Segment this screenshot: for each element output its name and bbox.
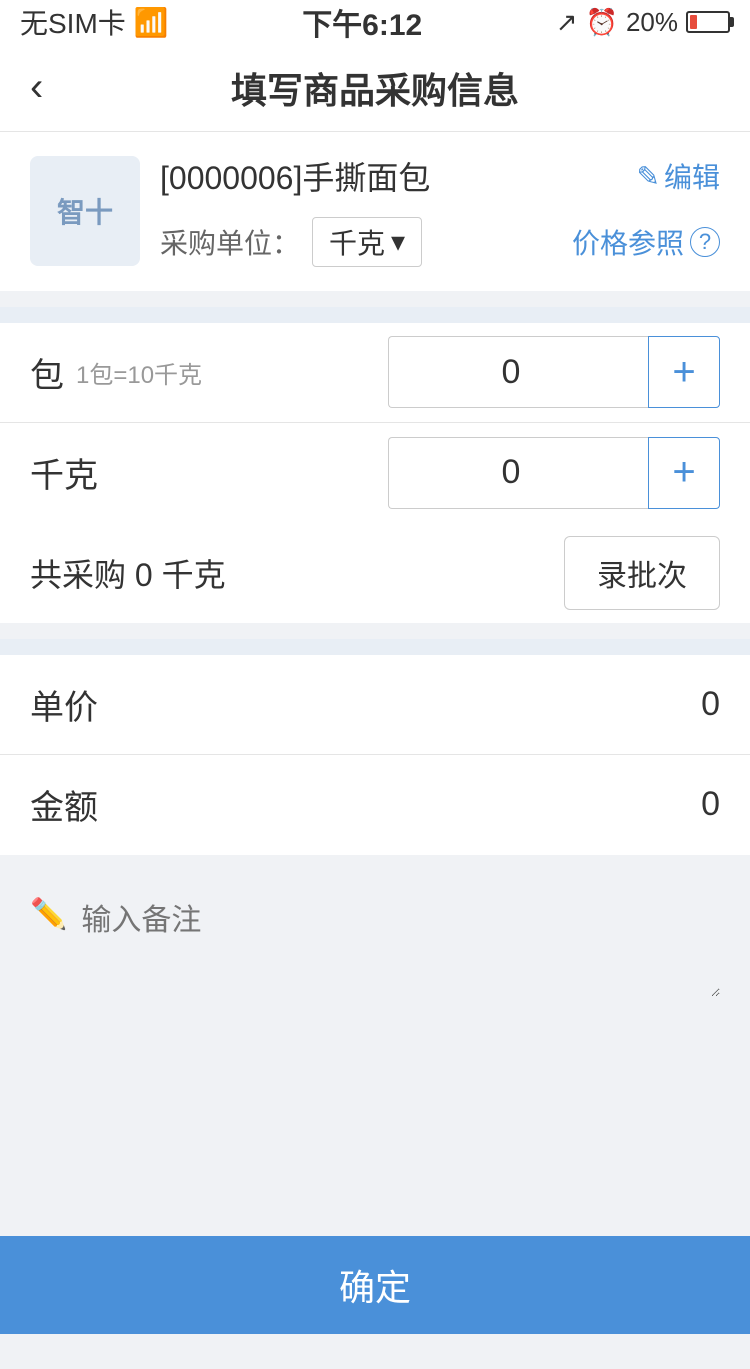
- edit-button[interactable]: ✎ 编辑: [637, 156, 720, 196]
- unit-price-value: 0: [701, 685, 720, 724]
- status-bar: 无SIM卡 📶 下午6:12 ↗ ⏰ 20%: [0, 0, 750, 44]
- input-section: 包 1包=10千克 + 千克 +: [0, 323, 750, 523]
- kg-plus-button[interactable]: +: [648, 437, 720, 509]
- status-right: ↗ ⏰ 20%: [556, 7, 730, 38]
- amount-row: 金额 0: [0, 755, 750, 855]
- price-ref-button[interactable]: 价格参照 ?: [572, 222, 720, 262]
- kg-label: 千克: [30, 448, 98, 497]
- kg-quantity-input[interactable]: [388, 437, 648, 509]
- bag-plus-button[interactable]: +: [648, 336, 720, 408]
- status-time: 下午6:12: [302, 0, 422, 44]
- location-icon: ↗: [556, 7, 578, 38]
- price-section: 单价 0 金额 0: [0, 655, 750, 855]
- product-info: [0000006]手撕面包 ✎ 编辑 采购单位： 千克 ▾ 价格参照 ?: [160, 156, 720, 267]
- wifi-icon: 📶: [134, 6, 169, 39]
- record-batch-button[interactable]: 录批次: [564, 536, 720, 610]
- bag-label: 包 1包=10千克: [30, 348, 202, 397]
- battery-icon: [686, 11, 730, 33]
- unit-value: 千克: [329, 222, 385, 262]
- notes-section[interactable]: ✏️: [0, 871, 750, 1071]
- alarm-icon: ⏰: [586, 7, 618, 38]
- battery-text: 20%: [626, 7, 678, 38]
- bag-quantity-input[interactable]: [388, 336, 648, 408]
- unit-selector[interactable]: 千克 ▾: [312, 217, 422, 267]
- pencil-icon: ✏️: [30, 897, 67, 932]
- bag-sublabel: 1包=10千克: [76, 355, 202, 390]
- edit-label: 编辑: [664, 156, 720, 196]
- amount-label: 金额: [30, 780, 98, 829]
- price-ref-label: 价格参照: [572, 222, 684, 262]
- nav-bar: ‹ 填写商品采购信息: [0, 44, 750, 132]
- product-meta: 采购单位： 千克 ▾ 价格参照 ?: [160, 217, 720, 267]
- product-card: 智十 [0000006]手撕面包 ✎ 编辑 采购单位： 千克 ▾ 价格参照 ?: [0, 132, 750, 291]
- confirm-button[interactable]: 确定: [0, 1236, 750, 1334]
- separator-1: [0, 307, 750, 323]
- notes-input[interactable]: [81, 895, 720, 997]
- separator-2: [0, 639, 750, 655]
- amount-value: 0: [701, 785, 720, 824]
- kg-input-control: +: [388, 437, 720, 509]
- summary-text: 共采购 0 千克: [30, 550, 226, 596]
- carrier-text: 无SIM卡: [20, 2, 126, 42]
- purchase-unit: 采购单位： 千克 ▾: [160, 217, 422, 267]
- summary-row: 共采购 0 千克 录批次: [0, 523, 750, 623]
- status-left: 无SIM卡 📶: [20, 2, 169, 42]
- unit-price-label: 单价: [30, 680, 98, 729]
- page-title: 填写商品采购信息: [231, 62, 519, 114]
- product-name: [0000006]手撕面包: [160, 156, 430, 201]
- edit-icon: ✎: [637, 160, 660, 193]
- bag-input-control: +: [388, 336, 720, 408]
- product-header: [0000006]手撕面包 ✎ 编辑: [160, 156, 720, 201]
- price-ref-icon: ?: [690, 227, 720, 257]
- unit-price-row: 单价 0: [0, 655, 750, 755]
- bag-input-row: 包 1包=10千克 +: [0, 323, 750, 423]
- purchase-unit-label: 采购单位：: [160, 222, 300, 262]
- product-image: 智十: [30, 156, 140, 266]
- back-button[interactable]: ‹: [20, 55, 53, 120]
- unit-drop-icon: ▾: [391, 225, 405, 258]
- kg-input-row: 千克 +: [0, 423, 750, 523]
